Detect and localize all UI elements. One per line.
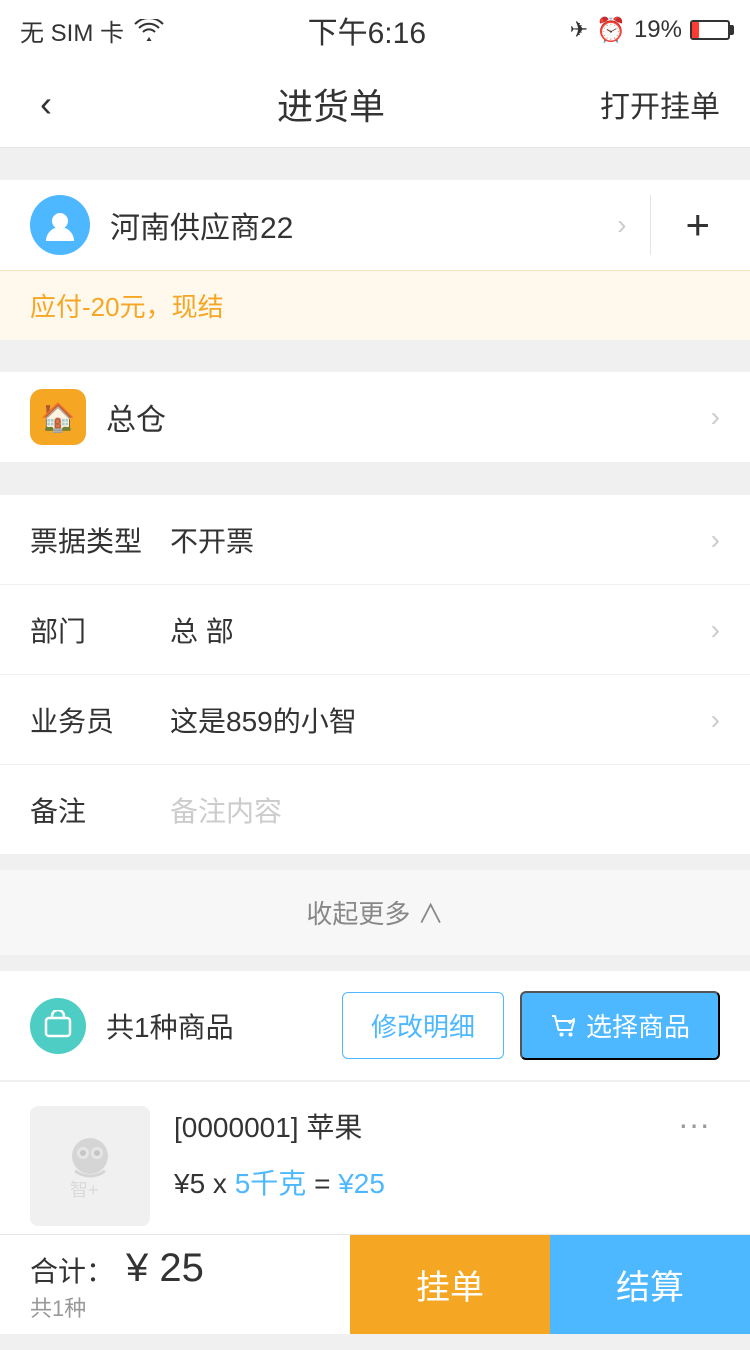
product-title: 苹果	[306, 1112, 362, 1143]
invoice-value: 不开票	[170, 520, 711, 560]
remark-label: 备注	[30, 790, 170, 830]
item-total: ¥25	[338, 1168, 385, 1199]
product-info: [0000001] 苹果 ¥5 x 5千克 = ¥25	[174, 1106, 668, 1202]
collapse-bar[interactable]: 收起更多 ∧	[0, 870, 750, 955]
status-time: 下午6:16	[308, 8, 426, 52]
total-label: 合计：	[30, 1250, 114, 1290]
back-button[interactable]: ‹	[30, 73, 62, 135]
status-bar: 无 SIM 卡 下午6:16 ✈ ⏰ 19%	[0, 0, 750, 60]
department-value: 总 部	[170, 610, 711, 650]
product-icon	[30, 998, 86, 1054]
select-product-button[interactable]: 选择商品	[520, 991, 720, 1060]
status-left: 无 SIM 卡	[20, 13, 164, 48]
alarm-icon: ⏰	[596, 16, 626, 45]
department-row[interactable]: 部门 总 部 ›	[0, 584, 750, 674]
invoice-chevron-icon: ›	[711, 524, 720, 556]
equals: =	[314, 1168, 338, 1199]
product-item: 智+ [0000001] 苹果 ¥5 x 5千克 = ¥25 ···	[0, 1081, 750, 1250]
remark-input[interactable]: 备注内容	[170, 790, 720, 830]
quantity: 5千克	[235, 1168, 307, 1199]
form-section: 票据类型 不开票 › 部门 总 部 › 业务员 这是859的小智 › 备注 备注…	[0, 494, 750, 854]
notice-text: 应付-20元，现结	[30, 292, 224, 322]
cart-icon	[550, 1014, 578, 1038]
hang-label: 挂单	[416, 1260, 484, 1309]
svg-text:智+: 智+	[70, 1180, 99, 1200]
status-right: ✈ ⏰ 19%	[570, 16, 730, 45]
staff-label: 业务员	[30, 700, 170, 740]
staff-chevron-icon: ›	[711, 704, 720, 736]
department-label: 部门	[30, 610, 170, 650]
product-code: [0000001]	[174, 1112, 306, 1143]
warehouse-name: 总仓	[106, 395, 711, 439]
carrier-label: 无 SIM 卡	[20, 13, 124, 48]
total-sub: 共1种	[30, 1296, 86, 1321]
invoice-row[interactable]: 票据类型 不开票 ›	[0, 494, 750, 584]
product-count: 共1种商品	[106, 1006, 342, 1046]
page-title: 进货单	[277, 78, 385, 130]
footer-total: 合计： ¥ 25 共1种	[0, 1235, 350, 1334]
location-icon: ✈	[570, 17, 588, 43]
nav-bar: ‹ 进货单 打开挂单	[0, 60, 750, 148]
select-product-label: 选择商品	[586, 1007, 690, 1044]
warehouse-icon: 🏠	[30, 389, 86, 445]
supplier-row[interactable]: 河南供应商22 › +	[0, 180, 750, 270]
remark-row[interactable]: 备注 备注内容	[0, 764, 750, 854]
staff-row[interactable]: 业务员 这是859的小智 ›	[0, 674, 750, 764]
total-amount: ¥ 25	[126, 1246, 204, 1291]
open-pending-button[interactable]: 打开挂单	[600, 82, 720, 126]
wifi-icon	[134, 19, 164, 41]
supplier-section: 河南供应商22 › + 应付-20元，现结	[0, 180, 750, 340]
product-thumbnail: 智+	[30, 1106, 150, 1226]
battery-label: 19%	[634, 16, 682, 44]
unit-price: ¥5 x	[174, 1168, 235, 1199]
supplier-chevron-icon: ›	[617, 209, 626, 241]
product-section: 共1种商品 修改明细 选择商品	[0, 971, 750, 1250]
supplier-avatar	[30, 195, 90, 255]
divider	[650, 195, 651, 255]
department-chevron-icon: ›	[711, 614, 720, 646]
add-supplier-button[interactable]: +	[675, 201, 720, 249]
notice-bar: 应付-20元，现结	[0, 270, 750, 340]
hang-button[interactable]: 挂单	[350, 1235, 550, 1334]
staff-value: 这是859的小智	[170, 700, 711, 740]
edit-detail-button[interactable]: 修改明细	[342, 992, 504, 1059]
footer: 合计： ¥ 25 共1种 挂单 结算	[0, 1234, 750, 1334]
invoice-label: 票据类型	[30, 520, 170, 560]
collapse-label: 收起更多 ∧	[306, 899, 443, 929]
checkout-label: 结算	[616, 1260, 684, 1309]
battery-icon	[690, 20, 730, 40]
product-more-button[interactable]: ···	[668, 1106, 720, 1143]
product-price: ¥5 x 5千克 = ¥25	[174, 1162, 668, 1202]
supplier-name: 河南供应商22	[110, 203, 617, 247]
checkout-button[interactable]: 结算	[550, 1235, 750, 1334]
warehouse-chevron-icon: ›	[711, 401, 720, 433]
product-name: [0000001] 苹果	[174, 1106, 668, 1146]
product-header: 共1种商品 修改明细 选择商品	[0, 971, 750, 1081]
warehouse-row[interactable]: 🏠 总仓 ›	[0, 372, 750, 462]
warehouse-section: 🏠 总仓 ›	[0, 372, 750, 462]
